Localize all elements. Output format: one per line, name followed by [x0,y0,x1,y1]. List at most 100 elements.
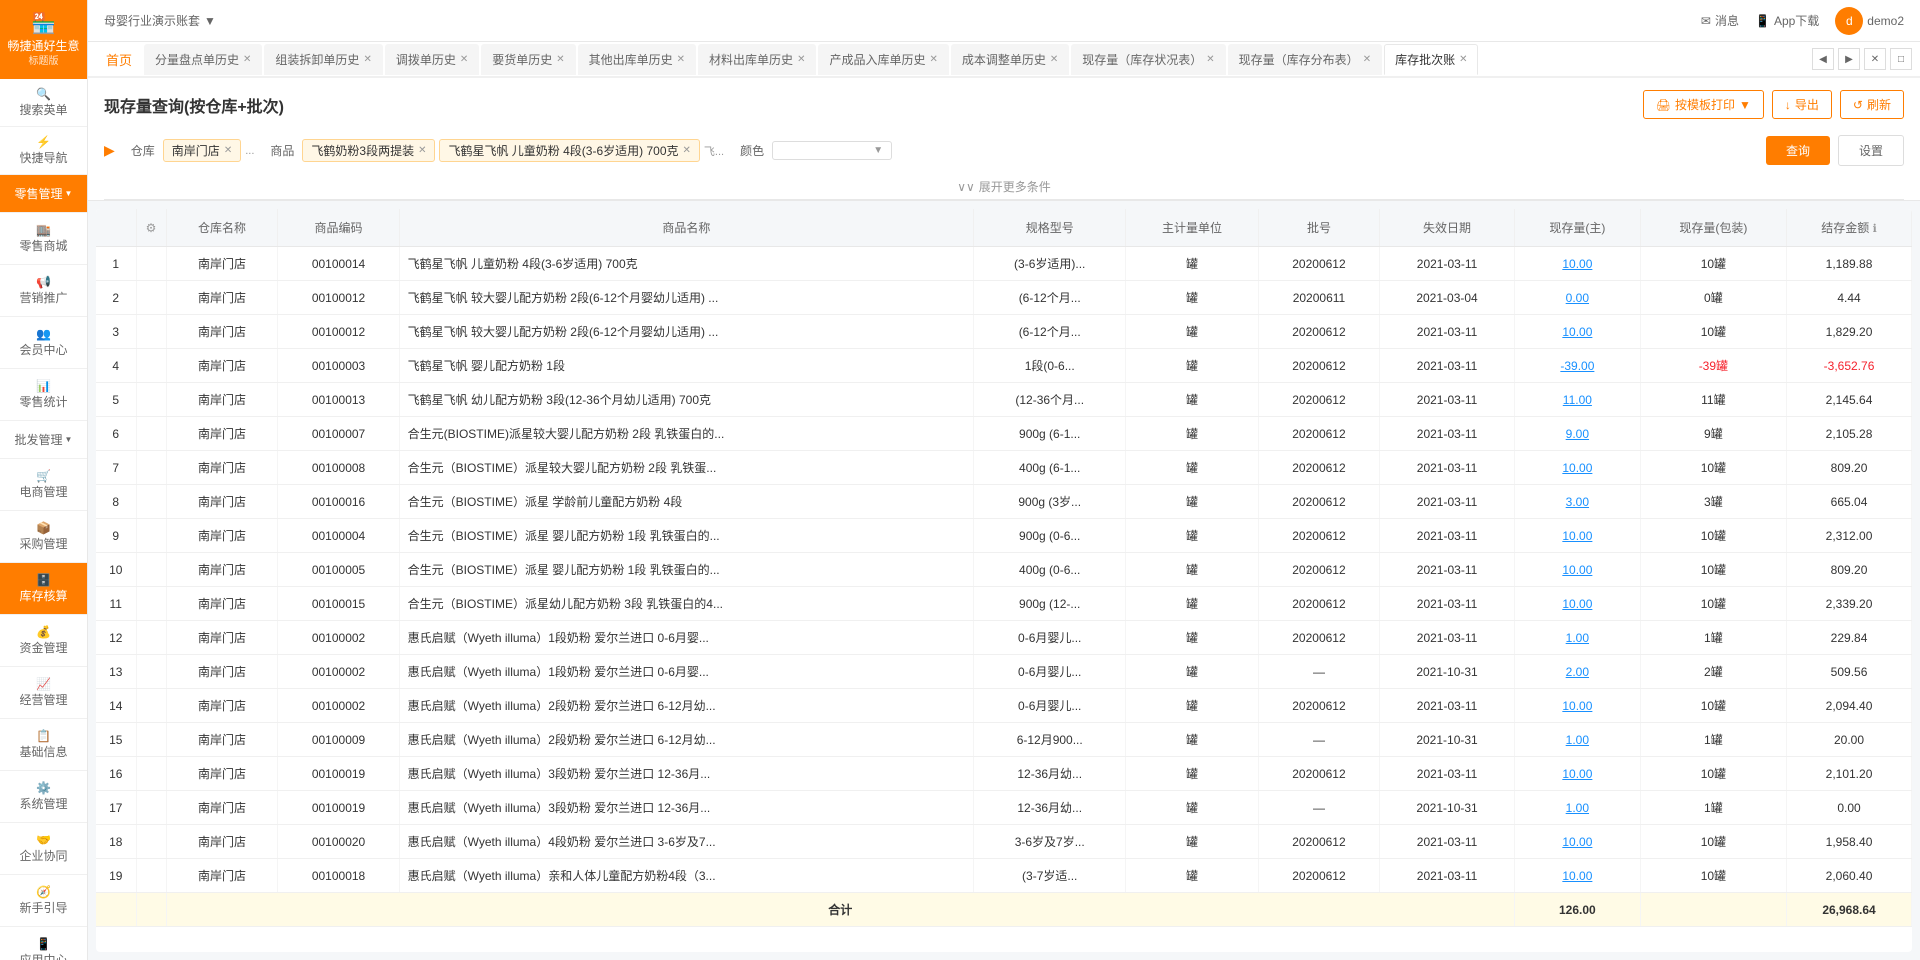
sidebar-item-finance[interactable]: 💰 资金管理 [0,615,87,667]
cell-spec: 1段(0-6... [974,349,1126,383]
export-btn[interactable]: ↓ 导出 [1772,90,1832,119]
tab-close-icon[interactable]: ✕ [1363,54,1371,65]
warehouse-tag[interactable]: 南岸门店 ✕ [163,139,241,162]
tab-qitachukulishi[interactable]: 其他出库单历史 ✕ [578,44,696,75]
tab-close-icon[interactable]: ✕ [677,54,685,65]
set-button[interactable]: 设置 [1838,135,1904,166]
sidebar-item-member[interactable]: 👥 会员中心 [0,317,87,369]
sidebar-item-purchase[interactable]: 📦 采购管理 [0,511,87,563]
tab-close-icon[interactable]: ✕ [929,54,937,65]
warehouse-selector[interactable]: 母婴行业演示账套 ▼ [104,12,216,29]
table-row: 7 南岸门店 00100008 合生元（BIOSTIME）派星较大婴儿配方奶粉 … [96,451,1912,485]
col-settings[interactable]: ⚙ [136,209,166,247]
cell-qty-main[interactable]: 10.00 [1515,587,1641,621]
cell-qty-main[interactable]: 10.00 [1515,247,1641,281]
tab-diaobodanls[interactable]: 调拨单历史 ✕ [385,44,479,75]
print-btn[interactable]: 🖨 按模板打印 ▼ [1643,90,1764,119]
tab-close-icon[interactable]: ✕ [1050,54,1058,65]
tab-close-icon[interactable]: ✕ [243,54,251,65]
cell-balance: 2,312.00 [1787,519,1912,553]
cell-qty-main[interactable]: 10.00 [1515,451,1641,485]
cell-qty-main[interactable]: 0.00 [1515,281,1641,315]
col-unit: 主计量单位 [1126,209,1259,247]
cell-qty-main[interactable]: 10.00 [1515,825,1641,859]
tab-chenbenls[interactable]: 成本调整单历史 ✕ [951,44,1069,75]
product-tag-2[interactable]: 飞鹤星飞帆 儿童奶粉 4段(3-6岁适用) 700克 ✕ [439,139,699,162]
cell-unit: 罐 [1126,247,1259,281]
cell-qty-main[interactable]: 2.00 [1515,655,1641,689]
color-filter-input[interactable]: ▼ [772,141,892,160]
filter-expand-icon[interactable]: ▶ [104,142,115,159]
cell-qty-main[interactable]: 9.00 [1515,417,1641,451]
tab-zuzhangchaijian[interactable]: 组装拆卸单历史 ✕ [264,44,382,75]
sidebar-item-retail[interactable]: 零售管理 ▼ [0,175,87,213]
user-menu[interactable]: d demo2 [1835,7,1904,35]
product-tag-1[interactable]: 飞鹤奶粉3段两提装 ✕ [302,139,435,162]
tab-close-icon[interactable]: ✕ [363,54,371,65]
cell-qty-main[interactable]: 11.00 [1515,383,1641,417]
tag-close-icon[interactable]: ✕ [224,145,232,156]
sidebar-item-inventory[interactable]: 🗄️ 库存核算 [0,563,87,615]
info-icon[interactable]: ℹ [1873,223,1877,235]
product-filter-more[interactable]: 飞... [704,143,724,159]
cell-qty-main[interactable]: 10.00 [1515,757,1641,791]
cell-qty-main[interactable]: 10.00 [1515,519,1641,553]
tab-maximize-btn[interactable]: □ [1890,48,1912,70]
cell-qty-main[interactable]: 10.00 [1515,315,1641,349]
warehouse-label: 母婴行业演示账套 [104,12,200,29]
tab-close-icon[interactable]: ✕ [460,54,468,65]
cell-warehouse: 南岸门店 [166,383,278,417]
tab-close-icon[interactable]: ✕ [556,54,564,65]
sidebar-item-wholesale[interactable]: 批发管理 ▼ [0,421,87,459]
expand-more-btn[interactable]: ∨∨ 展开更多条件 [104,174,1904,199]
sidebar-item-nav[interactable]: ⚡ 快捷导航 [0,127,87,175]
tab-yaohuo[interactable]: 要货单历史 ✕ [481,44,575,75]
data-table-container: ⚙ 仓库名称 商品编码 商品名称 规格型号 主计量单位 批号 失效日期 现存量(… [96,209,1912,952]
sidebar-item-collab[interactable]: 🤝 企业协同 [0,823,87,875]
sidebar-logo[interactable]: 🏪 畅捷通好生意 标题版 [0,0,87,79]
tab-close-icon[interactable]: ✕ [1206,54,1214,65]
tab-fenliangpandian[interactable]: 分量盘点单历史 ✕ [144,44,262,75]
cell-qty-main[interactable]: 1.00 [1515,621,1641,655]
app-download-btn[interactable]: 📱 App下载 [1755,12,1819,29]
cell-qty-main[interactable]: 1.00 [1515,723,1641,757]
tab-close-icon[interactable]: ✕ [1459,54,1467,65]
cell-qty-main[interactable]: 10.00 [1515,553,1641,587]
tag-close-icon[interactable]: ✕ [418,145,426,156]
logo-text: 畅捷通好生意 [5,38,82,55]
tab-prev-btn[interactable]: ◀ [1812,48,1834,70]
cell-name: 惠氏启赋（Wyeth illuma）4段奶粉 爱尔兰进口 3-6岁及7... [399,825,974,859]
settings-icon[interactable]: ⚙ [146,221,157,235]
cell-expiry: 2021-03-11 [1380,315,1515,349]
query-button[interactable]: 查询 [1766,136,1830,165]
cell-qty-main[interactable]: -39.00 [1515,349,1641,383]
sidebar-item-marketing[interactable]: 📢 营销推广 [0,265,87,317]
tab-xiancunliang-dist[interactable]: 现存量（库存分布表） ✕ [1228,44,1382,75]
cell-qty-main[interactable]: 3.00 [1515,485,1641,519]
tab-close-all-btn[interactable]: ✕ [1864,48,1886,70]
tag-close-icon[interactable]: ✕ [683,145,691,156]
sidebar-item-retail-stats[interactable]: 📊 零售统计 [0,369,87,421]
tab-cailiaochukulishi[interactable]: 材料出库单历史 ✕ [698,44,816,75]
sidebar-item-operation[interactable]: 📈 经营管理 [0,667,87,719]
sidebar-item-basic[interactable]: 📋 基础信息 [0,719,87,771]
cell-qty-main[interactable]: 1.00 [1515,791,1641,825]
sidebar-item-shop[interactable]: 🏬 零售商城 [0,213,87,265]
sidebar-item-search[interactable]: 🔍 搜索英单 [0,79,87,127]
tab-xiancunliang-status[interactable]: 现存量（库存状况表） ✕ [1071,44,1225,75]
tab-next-btn[interactable]: ▶ [1838,48,1860,70]
sidebar-item-apps[interactable]: 📱 应用中心 [0,927,87,960]
sidebar-item-ecommerce[interactable]: 🛒 电商管理 [0,459,87,511]
refresh-btn[interactable]: ↺ 刷新 [1840,90,1904,119]
tab-chancheng[interactable]: 产成品入库单历史 ✕ [818,44,948,75]
tab-kucunpici[interactable]: 库存批次账 ✕ [1384,44,1478,75]
cell-qty-main[interactable]: 10.00 [1515,859,1641,893]
tab-close-icon[interactable]: ✕ [797,54,805,65]
tabbar: 首页 分量盘点单历史 ✕ 组装拆卸单历史 ✕ 调拨单历史 ✕ 要货单历史 ✕ 其… [88,42,1920,78]
sidebar-item-guide[interactable]: 🧭 新手引导 [0,875,87,927]
sidebar-item-system[interactable]: ⚙️ 系统管理 [0,771,87,823]
message-btn[interactable]: ✉ 消息 [1701,12,1739,29]
tab-home[interactable]: 首页 [96,44,142,75]
cell-qty-main[interactable]: 10.00 [1515,689,1641,723]
filter-more[interactable]: ... [245,145,254,157]
